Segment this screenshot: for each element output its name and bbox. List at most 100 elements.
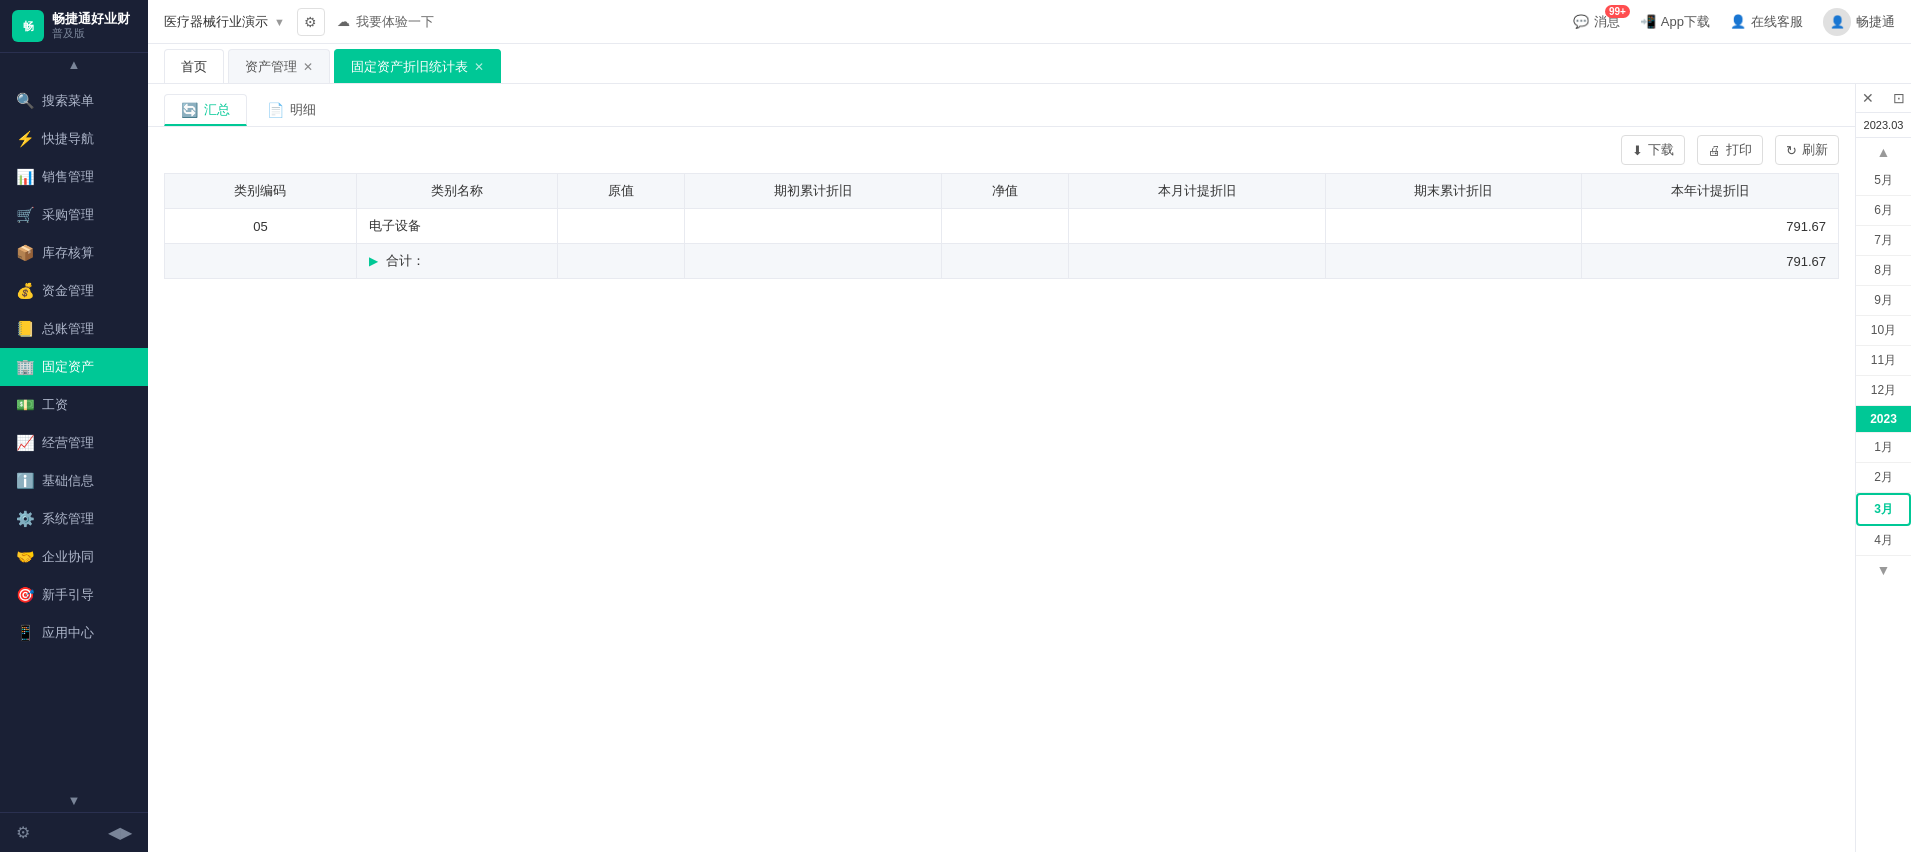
collapse-icon[interactable]: ◀▶ (108, 823, 132, 842)
quicknav-icon: ⚡ (16, 130, 34, 148)
col-header-monthly-depr: 本月计提折旧 (1068, 174, 1325, 209)
summary-expand-icon[interactable]: ▶ (369, 254, 378, 268)
settings-button[interactable]: ⚙ (297, 8, 325, 36)
logo-area: 畅 畅捷通好业财 普及版 (0, 0, 148, 53)
month-item-6[interactable]: 6月 (1856, 196, 1911, 226)
print-icon: 🖨 (1708, 143, 1721, 158)
cloud-icon: ☁ (337, 14, 350, 29)
service-icon: 👤 (1730, 14, 1746, 29)
month-item-10[interactable]: 10月 (1856, 316, 1911, 346)
year-label: 2023.03 (1856, 113, 1911, 138)
summary-empty-1 (165, 244, 357, 279)
row-ending-accum (1325, 209, 1582, 244)
print-button[interactable]: 🖨 打印 (1697, 135, 1763, 165)
panel-close-button[interactable]: ✕ (1862, 90, 1874, 106)
sidebar-item-finance[interactable]: 💰 资金管理 (0, 272, 148, 310)
summary-annual-depr: 791.67 (1582, 244, 1839, 279)
month-item-5[interactable]: 5月 (1856, 166, 1911, 196)
online-service-action[interactable]: 👤 在线客服 (1730, 13, 1803, 31)
sidebar-item-system[interactable]: ⚙️ 系统管理 (0, 500, 148, 538)
tab-depreciation-report[interactable]: 固定资产折旧统计表 ✕ (334, 49, 501, 83)
month-2023-1[interactable]: 1月 (1856, 433, 1911, 463)
month-item-8[interactable]: 8月 (1856, 256, 1911, 286)
panel-scroll-down[interactable]: ▼ (1856, 556, 1911, 584)
close-asset-mgmt-tab[interactable]: ✕ (303, 60, 313, 74)
sidebar-item-salary[interactable]: 💵 工资 (0, 386, 148, 424)
sidebar-item-inventory[interactable]: 📦 库存核算 (0, 234, 148, 272)
col-header-ending-accum: 期末累计折旧 (1325, 174, 1582, 209)
enterprise-icon: 🤝 (16, 548, 34, 566)
sidebar-item-enterprise[interactable]: 🤝 企业协同 (0, 538, 148, 576)
refresh-icon: ↻ (1786, 143, 1797, 158)
sub-tab-bar: 🔄 汇总 📄 明细 (148, 84, 1855, 127)
col-header-initial-accum: 期初累计折旧 (684, 174, 941, 209)
sales-icon: 📊 (16, 168, 34, 186)
page-body: 🔄 汇总 📄 明细 ⬇ 下载 🖨 打印 ↻ (148, 84, 1911, 852)
sidebar-item-quick-nav[interactable]: ⚡ 快捷导航 (0, 120, 148, 158)
avatar: 👤 (1823, 8, 1851, 36)
table-row: 05 电子设备 791.67 (165, 209, 1839, 244)
company-name: 医疗器械行业演示 (164, 13, 268, 31)
sidebar-scroll-down[interactable]: ▼ (0, 789, 148, 812)
panel-scroll-up[interactable]: ▲ (1856, 138, 1911, 166)
sidebar-item-fixed-assets[interactable]: 🏢 固定资产 (0, 348, 148, 386)
year-2023-label[interactable]: 2023 (1856, 406, 1911, 433)
message-badge: 99+ (1605, 5, 1630, 18)
month-item-7[interactable]: 7月 (1856, 226, 1911, 256)
logo-subtitle: 普及版 (52, 26, 130, 41)
sidebar-item-ledger[interactable]: 📒 总账管理 (0, 310, 148, 348)
month-item-11[interactable]: 11月 (1856, 346, 1911, 376)
month-item-12[interactable]: 12月 (1856, 376, 1911, 406)
panel-expand-button[interactable]: ⊡ (1893, 90, 1905, 106)
download-icon: 📲 (1640, 14, 1656, 29)
experience-button[interactable]: ☁ 我要体验一下 (337, 13, 434, 31)
panel-header: ✕ ⊡ (1856, 84, 1911, 113)
message-icon: 💬 (1573, 14, 1589, 29)
salary-icon: 💵 (16, 396, 34, 414)
user-profile[interactable]: 👤 畅捷通 (1823, 8, 1895, 36)
col-header-original: 原值 (557, 174, 684, 209)
month-2023-3[interactable]: 3月 (1856, 493, 1911, 526)
month-item-9[interactable]: 9月 (1856, 286, 1911, 316)
sidebar-item-guide[interactable]: 🎯 新手引导 (0, 576, 148, 614)
row-name: 电子设备 (356, 209, 557, 244)
sub-tab-summary[interactable]: 🔄 汇总 (164, 94, 247, 126)
top-header: 医疗器械行业演示 ▼ ⚙ ☁ 我要体验一下 💬 消息 99+ 📲 App下载 👤… (148, 0, 1911, 44)
sidebar-item-search[interactable]: 🔍 搜索菜单 (0, 82, 148, 120)
download-button[interactable]: ⬇ 下载 (1621, 135, 1685, 165)
app-download-action[interactable]: 📲 App下载 (1640, 13, 1710, 31)
logo-icon: 畅 (12, 10, 44, 42)
summary-icon: 🔄 (181, 102, 198, 118)
tab-asset-mgmt[interactable]: 资产管理 ✕ (228, 49, 330, 83)
sidebar-item-basic-info[interactable]: ℹ️ 基础信息 (0, 462, 148, 500)
ledger-icon: 📒 (16, 320, 34, 338)
col-header-net: 净值 (941, 174, 1068, 209)
toolbar: ⬇ 下载 🖨 打印 ↻ 刷新 (148, 127, 1855, 173)
sidebar-item-operations[interactable]: 📈 经营管理 (0, 424, 148, 462)
row-original (557, 209, 684, 244)
sidebar-item-app-center[interactable]: 📱 应用中心 (0, 614, 148, 652)
main-content: 医疗器械行业演示 ▼ ⚙ ☁ 我要体验一下 💬 消息 99+ 📲 App下载 👤… (148, 0, 1911, 852)
company-selector[interactable]: 医疗器械行业演示 ▼ (164, 13, 285, 31)
right-panel: ✕ ⊡ 2023.03 ▲ 5月 6月 7月 8月 9月 10月 11月 12月… (1855, 84, 1911, 852)
basicinfo-icon: ℹ️ (16, 472, 34, 490)
sub-tab-detail[interactable]: 📄 明细 (251, 94, 332, 126)
header-right: 💬 消息 99+ 📲 App下载 👤 在线客服 👤 畅捷通 (1573, 8, 1895, 36)
sidebar-item-sales[interactable]: 📊 销售管理 (0, 158, 148, 196)
sidebar-item-purchase[interactable]: 🛒 采购管理 (0, 196, 148, 234)
close-depreciation-tab[interactable]: ✕ (474, 60, 484, 74)
summary-row: ▶ 合计： 791.67 (165, 244, 1839, 279)
system-icon: ⚙️ (16, 510, 34, 528)
month-2023-2[interactable]: 2月 (1856, 463, 1911, 493)
sidebar: 畅 畅捷通好业财 普及版 ▲ 🔍 搜索菜单 ⚡ 快捷导航 📊 销售管理 🛒 采购… (0, 0, 148, 852)
detail-icon: 📄 (267, 102, 284, 118)
settings-footer-icon[interactable]: ⚙ (16, 823, 30, 842)
row-net (941, 209, 1068, 244)
tab-home[interactable]: 首页 (164, 49, 224, 83)
month-2023-4[interactable]: 4月 (1856, 526, 1911, 556)
refresh-button[interactable]: ↻ 刷新 (1775, 135, 1839, 165)
sidebar-scroll-up[interactable]: ▲ (0, 53, 148, 76)
summary-initial-accum (684, 244, 941, 279)
search-icon: 🔍 (16, 92, 34, 110)
message-action[interactable]: 💬 消息 99+ (1573, 13, 1620, 31)
